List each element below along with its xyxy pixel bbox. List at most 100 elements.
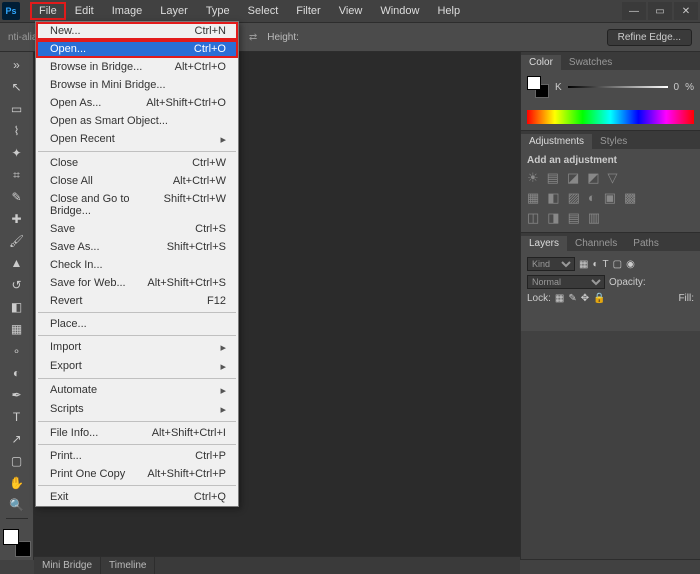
adj-icon[interactable]: ◩: [587, 170, 599, 186]
menu-item-save[interactable]: SaveCtrl+S: [36, 220, 238, 238]
filter-icon[interactable]: ▢: [613, 259, 622, 270]
menu-view[interactable]: View: [330, 2, 372, 20]
adj-icon[interactable]: ◨: [547, 210, 559, 226]
blend-mode[interactable]: Normal: [527, 275, 605, 289]
stamp-tool[interactable]: ▲: [6, 254, 28, 272]
filter-icon[interactable]: ◉: [626, 259, 635, 270]
adj-icon[interactable]: ▨: [568, 190, 580, 206]
adj-icon[interactable]: ▩: [624, 190, 636, 206]
color-picker[interactable]: [3, 529, 31, 557]
maximize-button[interactable]: ▭: [648, 2, 672, 20]
adj-icon[interactable]: ▽: [608, 170, 618, 186]
healing-tool[interactable]: ✚: [6, 210, 28, 228]
marquee-tool[interactable]: ▭: [6, 100, 28, 118]
expand-icon[interactable]: »: [6, 56, 28, 74]
swap-icon[interactable]: ⇄: [249, 32, 257, 43]
menu-item-browse-in-mini-bridge-[interactable]: Browse in Mini Bridge...: [36, 76, 238, 94]
menu-item-close-and-go-to-bridge-[interactable]: Close and Go to Bridge...Shift+Ctrl+W: [36, 190, 238, 220]
menu-item-save-for-web-[interactable]: Save for Web...Alt+Shift+Ctrl+S: [36, 274, 238, 292]
adj-icon[interactable]: ▥: [588, 210, 600, 226]
adj-icon[interactable]: ◪: [567, 170, 579, 186]
lasso-tool[interactable]: ⌇: [6, 122, 28, 140]
menu-item-close-all[interactable]: Close AllAlt+Ctrl+W: [36, 172, 238, 190]
refine-edge-button[interactable]: Refine Edge...: [607, 29, 692, 46]
menu-layer[interactable]: Layer: [151, 2, 197, 20]
menu-item-import[interactable]: Import▸: [36, 338, 238, 357]
blur-tool[interactable]: ∘: [6, 342, 28, 360]
kind-filter[interactable]: Kind: [527, 257, 575, 271]
pen-tool[interactable]: ✒: [6, 386, 28, 404]
adj-icon[interactable]: ◐: [588, 190, 596, 206]
adj-icon[interactable]: ▣: [604, 190, 616, 206]
lock-icon[interactable]: ✎: [568, 293, 576, 304]
swatch-pair[interactable]: [527, 76, 549, 98]
lock-icon[interactable]: ▦: [555, 293, 564, 304]
tab-styles[interactable]: Styles: [592, 134, 635, 149]
tab-minibridge[interactable]: Mini Bridge: [34, 557, 101, 574]
dodge-tool[interactable]: ◐: [6, 364, 28, 382]
filter-icon[interactable]: T: [603, 259, 609, 270]
menu-item-revert[interactable]: RevertF12: [36, 292, 238, 310]
menu-item-open-as-[interactable]: Open As...Alt+Shift+Ctrl+O: [36, 94, 238, 112]
menu-help[interactable]: Help: [428, 2, 469, 20]
menu-image[interactable]: Image: [103, 2, 152, 20]
tab-channels[interactable]: Channels: [567, 236, 625, 251]
menu-item-close[interactable]: CloseCtrl+W: [36, 154, 238, 172]
adj-icon[interactable]: ◫: [527, 210, 539, 226]
menu-filter[interactable]: Filter: [287, 2, 329, 20]
menu-item-open-as-smart-object-[interactable]: Open as Smart Object...: [36, 112, 238, 130]
zoom-tool[interactable]: 🔍: [6, 496, 28, 514]
wand-tool[interactable]: ✦: [6, 144, 28, 162]
menu-item-exit[interactable]: ExitCtrl+Q: [36, 488, 238, 506]
menu-item-automate[interactable]: Automate▸: [36, 381, 238, 400]
tab-swatches[interactable]: Swatches: [561, 55, 620, 70]
move-tool[interactable]: ↖: [6, 78, 28, 96]
menu-window[interactable]: Window: [371, 2, 428, 20]
tab-layers[interactable]: Layers: [521, 236, 567, 251]
tab-timeline[interactable]: Timeline: [101, 557, 155, 574]
menu-item-place-[interactable]: Place...: [36, 315, 238, 333]
hand-tool[interactable]: ✋: [6, 474, 28, 492]
tab-adjustments[interactable]: Adjustments: [521, 134, 592, 149]
menu-item-scripts[interactable]: Scripts▸: [36, 400, 238, 419]
shape-tool[interactable]: ▢: [6, 452, 28, 470]
type-tool[interactable]: T: [6, 408, 28, 426]
menu-item-new-[interactable]: New...Ctrl+N: [36, 22, 238, 40]
menu-select[interactable]: Select: [239, 2, 288, 20]
adj-icon[interactable]: ▦: [527, 190, 539, 206]
menu-item-print-one-copy[interactable]: Print One CopyAlt+Shift+Ctrl+P: [36, 465, 238, 483]
gradient-tool[interactable]: ▦: [6, 320, 28, 338]
history-brush-tool[interactable]: ↺: [6, 276, 28, 294]
adj-icon[interactable]: ☀: [527, 170, 539, 186]
tab-paths[interactable]: Paths: [625, 236, 667, 251]
adj-icon[interactable]: ▤: [547, 170, 559, 186]
crop-tool[interactable]: ⌗: [6, 166, 28, 184]
filter-icon[interactable]: ◐: [592, 259, 598, 270]
close-button[interactable]: ✕: [674, 2, 698, 20]
menu-edit[interactable]: Edit: [66, 2, 103, 20]
menu-item-open-recent[interactable]: Open Recent▸: [36, 130, 238, 149]
lock-icon[interactable]: 🔒: [593, 293, 605, 304]
path-tool[interactable]: ↗: [6, 430, 28, 448]
tab-color[interactable]: Color: [521, 55, 561, 70]
filter-icon[interactable]: ▦: [579, 259, 588, 270]
menu-item-open-[interactable]: Open...Ctrl+O: [36, 40, 238, 58]
menu-type[interactable]: Type: [197, 2, 239, 20]
foreground-color[interactable]: [3, 529, 19, 545]
lock-icon[interactable]: ✥: [581, 293, 589, 304]
eraser-tool[interactable]: ◧: [6, 298, 28, 316]
k-slider[interactable]: [568, 86, 668, 88]
menu-file[interactable]: File: [30, 2, 66, 20]
menu-item-check-in-[interactable]: Check In...: [36, 256, 238, 274]
menu-item-export[interactable]: Export▸: [36, 357, 238, 376]
spectrum-bar[interactable]: [527, 110, 694, 124]
eyedropper-tool[interactable]: ✎: [6, 188, 28, 206]
adj-icon[interactable]: ▤: [568, 210, 580, 226]
minimize-button[interactable]: —: [622, 2, 646, 20]
menu-item-print-[interactable]: Print...Ctrl+P: [36, 447, 238, 465]
menu-item-browse-in-bridge-[interactable]: Browse in Bridge...Alt+Ctrl+O: [36, 58, 238, 76]
menu-item-save-as-[interactable]: Save As...Shift+Ctrl+S: [36, 238, 238, 256]
adj-icon[interactable]: ◧: [547, 190, 559, 206]
brush-tool[interactable]: 🖌: [6, 232, 28, 250]
menu-item-file-info-[interactable]: File Info...Alt+Shift+Ctrl+I: [36, 424, 238, 442]
